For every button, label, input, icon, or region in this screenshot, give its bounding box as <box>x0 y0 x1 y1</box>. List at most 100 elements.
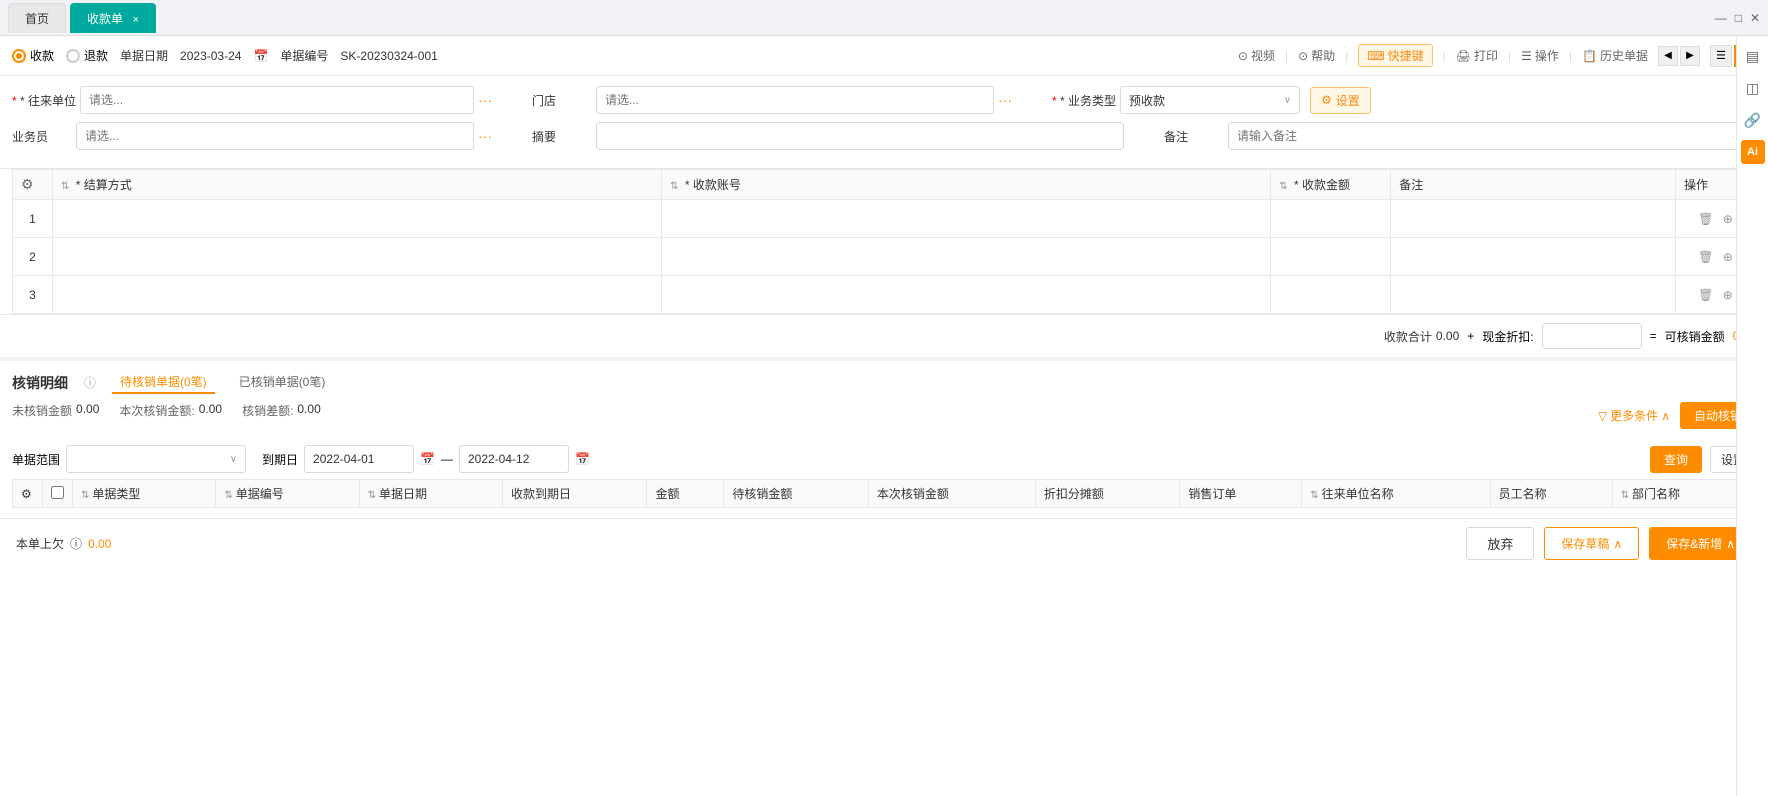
store-input[interactable] <box>596 86 994 114</box>
footer-actions: 放弃 保存草稿 ∧ 保存&新增 ∧ <box>1466 527 1752 560</box>
tab-close-icon[interactable]: × <box>133 14 139 26</box>
table-row: 3 🗑 ⊕ <box>13 276 1756 314</box>
copy-icon-2[interactable]: ⊕ <box>1723 250 1733 264</box>
col-unit-name-header: ⇅往来单位名称 <box>1302 480 1490 508</box>
staff-field: 业务员 ··· <box>12 122 492 150</box>
print-btn[interactable]: 🖨 打印 <box>1456 47 1498 64</box>
calendar-icon[interactable]: 📅 <box>253 49 268 63</box>
note-field: 备注 <box>1164 122 1756 150</box>
settlement-cell-1[interactable] <box>53 200 662 238</box>
delete-icon-2[interactable]: 🗑 <box>1698 250 1713 264</box>
help-btn[interactable]: ⊙ 帮助 <box>1298 47 1335 64</box>
sidebar-layout-icon[interactable]: ◫ <box>1741 76 1765 100</box>
biz-type-select[interactable]: 预收款 ∨ <box>1120 86 1300 114</box>
doc-range-select[interactable]: ∨ <box>66 445 246 473</box>
number-field: 单据编号 SK-20230324-001 <box>280 47 437 64</box>
amount-cell-3[interactable] <box>1271 276 1391 314</box>
tab-receipt[interactable]: 收款单 × <box>70 3 156 33</box>
unit-more-icon[interactable]: ··· <box>478 92 492 108</box>
form-row-2: 业务员 ··· 摘要 备注 <box>12 122 1756 150</box>
calendar-to-icon[interactable]: 📅 <box>575 452 590 466</box>
sidebar-table-icon[interactable]: ▤ <box>1741 44 1765 68</box>
account-cell-3[interactable] <box>662 276 1271 314</box>
biz-type-dropdown-icon: ∨ <box>1284 95 1291 106</box>
due-date-range: 到期日 📅 — 📅 <box>262 445 590 473</box>
unit-input[interactable] <box>80 86 474 114</box>
col-discount-header: 折扣分摊额 <box>1035 480 1179 508</box>
copy-icon-1[interactable]: ⊕ <box>1723 212 1733 226</box>
col-due-date-header: 收款到期日 <box>502 480 646 508</box>
account-cell-1[interactable] <box>662 200 1271 238</box>
date-from-input[interactable] <box>304 445 414 473</box>
col-checkbox-header <box>43 480 73 508</box>
amount-cell-2[interactable] <box>1271 238 1391 276</box>
calendar-from-icon[interactable]: 📅 <box>420 452 435 466</box>
more-filters-btn[interactable]: ▽ 更多条件 ∧ <box>1598 407 1670 424</box>
nav-prev-icon[interactable]: ◀ <box>1658 46 1678 66</box>
discount-input[interactable] <box>1542 323 1642 349</box>
summary-field: 摘要 <box>532 122 1124 150</box>
nav-next-icon[interactable]: ▶ <box>1680 46 1700 66</box>
select-all-checkbox[interactable] <box>51 486 64 499</box>
col-current-verify-header: 本次核销金额 <box>868 480 1035 508</box>
verify-header: 核销明细 ⓘ 待核销单据(0笔) 已核销单据(0笔) <box>12 371 1756 394</box>
col-sales-order-header: 销售订单 <box>1180 480 1302 508</box>
tab-pending[interactable]: 待核销单据(0笔) <box>112 371 215 394</box>
col-dept-name-header: ⇅部门名称 <box>1612 480 1755 508</box>
col-amount-header: 金额 <box>647 480 724 508</box>
note-cell-1[interactable] <box>1391 200 1676 238</box>
video-btn[interactable]: ⊙ 视频 <box>1238 47 1275 64</box>
tab-done[interactable]: 已核销单据(0笔) <box>231 371 334 394</box>
store-more-icon[interactable]: ··· <box>998 92 1012 108</box>
col-doc-date-header: ⇅单据日期 <box>359 480 502 508</box>
right-sidebar: ▤ ◫ 🔗 Ai <box>1736 36 1768 796</box>
shortcut-btn[interactable]: ⌨快捷键 <box>1358 44 1432 67</box>
staff-more-icon[interactable]: ··· <box>478 128 492 144</box>
col-gear-header: ⚙ <box>13 480 43 508</box>
col-pending-header: 待核销金额 <box>724 480 868 508</box>
note-cell-2[interactable] <box>1391 238 1676 276</box>
layout-list-icon[interactable]: ☰ <box>1710 45 1732 67</box>
sidebar-ai-icon[interactable]: Ai <box>1741 140 1765 164</box>
sidebar-link-icon[interactable]: 🔗 <box>1741 108 1765 132</box>
account-cell-2[interactable] <box>662 238 1271 276</box>
verify-filter-row: 单据范围 ∨ 到期日 📅 — 📅 查询 设置 <box>12 439 1756 479</box>
delete-icon-3[interactable]: 🗑 <box>1698 288 1713 302</box>
settlement-cell-2[interactable] <box>53 238 662 276</box>
footer-info-icon[interactable]: ⓘ <box>70 535 82 552</box>
bottom-table-section: ⚙ ⇅单据类型 ⇅单据编号 ⇅单据日期 <box>12 479 1756 508</box>
date-to-input[interactable] <box>459 445 569 473</box>
ops-btn[interactable]: ☰ 操作 <box>1521 47 1559 64</box>
amount-cell-1[interactable] <box>1271 200 1391 238</box>
refund-radio-circle <box>66 49 80 63</box>
note-cell-3[interactable] <box>1391 276 1676 314</box>
table-row: 1 🗑 ⊕ <box>13 200 1756 238</box>
bottom-table-settings-icon[interactable]: ⚙ <box>21 487 32 501</box>
verify-info-icon[interactable]: ⓘ <box>84 374 96 391</box>
form-section: * 往来单位 ··· 门店 ··· * 业务类型 预收款 ∨ ⚙ 设置 <box>0 76 1768 169</box>
date-field: 单据日期 2023-03-24 📅 <box>120 47 268 64</box>
query-btn[interactable]: 查询 <box>1650 446 1702 473</box>
note-input[interactable] <box>1228 122 1756 150</box>
copy-icon-3[interactable]: ⊕ <box>1723 288 1733 302</box>
receipt-radio[interactable]: 收款 <box>12 47 54 64</box>
tab-home[interactable]: 首页 <box>8 3 66 33</box>
range-dropdown-icon: ∨ <box>230 454 237 465</box>
table-settings-icon[interactable]: ⚙ <box>21 176 34 192</box>
window-max-icon[interactable]: □ <box>1735 11 1742 25</box>
abandon-btn[interactable]: 放弃 <box>1466 527 1534 560</box>
footer-info: 本单上欠 ⓘ 0.00 <box>16 535 111 552</box>
staff-input[interactable] <box>76 122 474 150</box>
settlement-cell-3[interactable] <box>53 276 662 314</box>
toolbar-right: ⊙ 视频 | ⊙ 帮助 | ⌨快捷键 | 🖨 打印 | ☰ 操作 | 📋 历史单… <box>1238 44 1756 67</box>
save-draft-btn[interactable]: 保存草稿 ∧ <box>1544 527 1639 560</box>
history-btn[interactable]: 📋 历史单据 <box>1582 47 1648 64</box>
refund-radio[interactable]: 退款 <box>66 47 108 64</box>
col-num-header: ⚙ <box>13 170 53 200</box>
summary-input[interactable] <box>596 122 1124 150</box>
delete-icon-1[interactable]: 🗑 <box>1698 212 1713 226</box>
window-min-icon[interactable]: — <box>1715 11 1727 25</box>
settings-btn[interactable]: ⚙ 设置 <box>1310 87 1371 114</box>
window-close-icon[interactable]: ✕ <box>1750 11 1760 25</box>
doc-range-field: 单据范围 ∨ <box>12 445 246 473</box>
